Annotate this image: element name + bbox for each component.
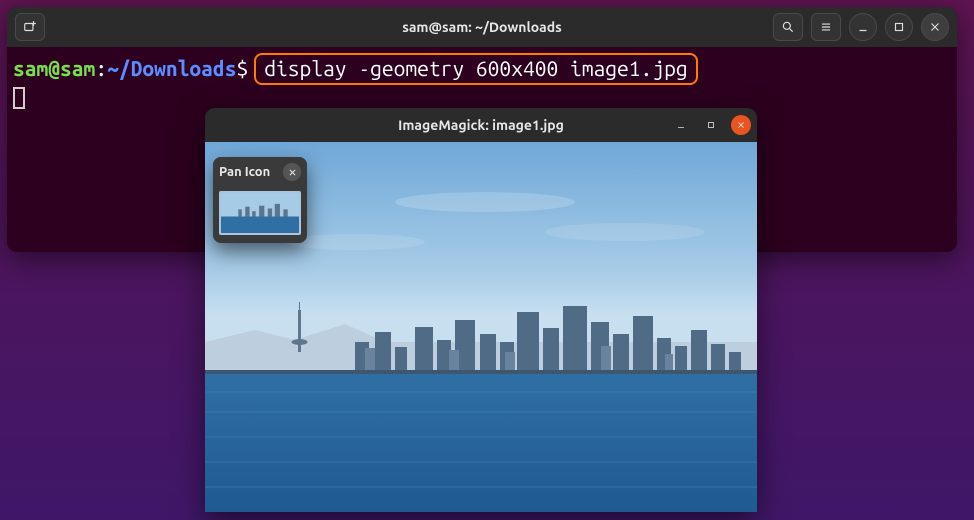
close-icon	[736, 120, 746, 130]
prompt-path: ~/Downloads	[107, 55, 236, 81]
terminal-cursor	[13, 87, 25, 109]
minimize-icon	[856, 20, 870, 34]
image-minimize-button[interactable]	[671, 115, 691, 135]
prompt-sep: :	[95, 55, 107, 81]
image-maximize-button[interactable]	[701, 115, 721, 135]
prompt-user: sam@sam	[13, 55, 95, 81]
minimize-icon	[676, 120, 686, 130]
close-icon	[928, 20, 942, 34]
maximize-icon	[892, 20, 906, 34]
search-icon	[781, 20, 795, 34]
terminal-close-button[interactable]	[921, 13, 949, 41]
search-button[interactable]	[773, 13, 803, 41]
new-tab-button[interactable]	[15, 13, 45, 41]
menu-button[interactable]	[811, 13, 841, 41]
terminal-maximize-button[interactable]	[885, 13, 913, 41]
pan-icon-panel[interactable]: Pan Icon	[213, 157, 307, 243]
prompt-symbol: $	[236, 55, 248, 81]
pan-close-button[interactable]	[283, 163, 301, 181]
image-viewer-titlebar[interactable]: ImageMagick: image1.jpg	[205, 108, 757, 142]
pan-thumbnail[interactable]	[219, 191, 301, 235]
new-tab-icon	[23, 20, 37, 34]
prompt-line: sam@sam : ~/Downloads $ display -geometr…	[13, 53, 951, 85]
command-highlight: display -geometry 600x400 image1.jpg	[254, 53, 697, 85]
pan-thumbnail-image	[221, 193, 299, 233]
pan-icon-header[interactable]: Pan Icon	[213, 157, 307, 187]
terminal-titlebar[interactable]: sam@sam: ~/Downloads	[7, 7, 957, 47]
image-close-button[interactable]	[731, 115, 751, 135]
close-icon	[288, 168, 297, 177]
pan-icon-title: Pan Icon	[219, 165, 270, 179]
terminal-minimize-button[interactable]	[849, 13, 877, 41]
maximize-icon	[706, 120, 716, 130]
hamburger-icon	[819, 20, 833, 34]
